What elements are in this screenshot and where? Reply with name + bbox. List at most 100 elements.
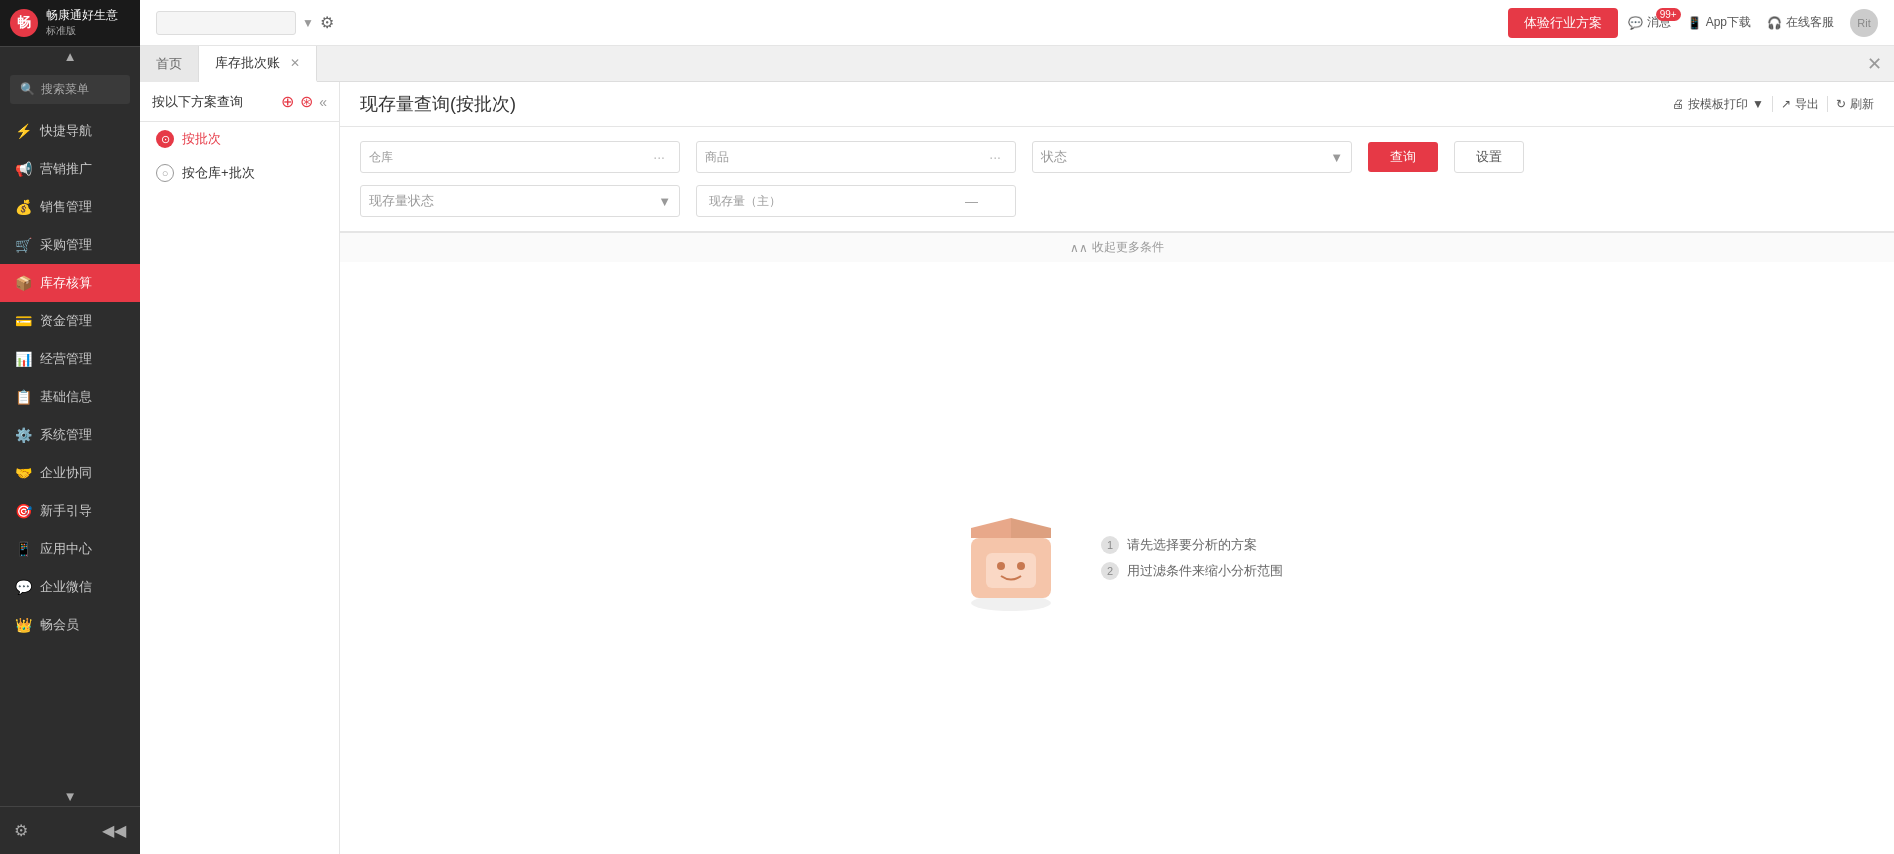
divider-1 — [1772, 96, 1773, 112]
inventory-qty-min-input[interactable] — [789, 194, 957, 209]
add-icon: ⊕ — [281, 93, 294, 110]
sidebar-item-enterprise-wechat[interactable]: 💬 企业微信 — [0, 568, 140, 606]
warehouse-label: 仓库 — [369, 149, 393, 166]
message-icon: 💬 — [1628, 16, 1643, 30]
sidebar-item-marketing[interactable]: 📢 营销推广 — [0, 150, 140, 188]
warehouse-filter[interactable]: 仓库 ··· — [360, 141, 680, 173]
sidebar-item-operations[interactable]: 📊 经营管理 — [0, 340, 140, 378]
sidebar-item-label: 销售管理 — [40, 198, 92, 216]
sidebar-item-newbie[interactable]: 🎯 新手引导 — [0, 492, 140, 530]
tab-batch-account[interactable]: 库存批次账 ✕ — [199, 46, 317, 82]
sidebar-item-label: 基础信息 — [40, 388, 92, 406]
settings-gear-button[interactable]: ⚙ — [10, 817, 32, 844]
user-avatar[interactable]: Rit — [1850, 9, 1878, 37]
scheme-item-batch[interactable]: ⊙ 按批次 — [140, 122, 339, 156]
export-button[interactable]: ↗ 导出 — [1781, 96, 1819, 113]
online-service-label: 在线客服 — [1786, 14, 1834, 31]
collapse-filter-label: 收起更多条件 — [1092, 239, 1164, 256]
app-logo: 畅 — [10, 9, 38, 37]
product-filter[interactable]: 商品 ··· — [696, 141, 1016, 173]
left-panel-title: 按以下方案查询 — [152, 93, 243, 111]
sidebar-item-finance[interactable]: 💳 资金管理 — [0, 302, 140, 340]
basics-icon: 📋 — [14, 388, 32, 406]
product-input[interactable] — [735, 150, 983, 165]
filter-settings-button[interactable]: 设置 — [1454, 141, 1524, 173]
sidebar-item-label: 营销推广 — [40, 160, 92, 178]
page-content: 按以下方案查询 ⊕ ⊛ « ⊙ 按批次 ○ — [140, 82, 1894, 854]
trial-btn[interactable]: 体验行业方案 — [1508, 8, 1618, 38]
messages-button[interactable]: 💬 消息 99+ — [1628, 14, 1671, 31]
tab-home[interactable]: 首页 — [140, 46, 199, 82]
status-dropdown-icon: ▼ — [1330, 150, 1343, 165]
inventory-status-filter[interactable]: 现存量状态 ▼ — [360, 185, 680, 217]
tab-close-button[interactable]: ✕ — [290, 56, 300, 70]
sidebar-item-app-center[interactable]: 📱 应用中心 — [0, 530, 140, 568]
search-menu-label: 搜索菜单 — [41, 81, 89, 98]
app-title: 畅康通好生意 — [46, 8, 118, 24]
scheme-label-batch: 按批次 — [182, 130, 221, 148]
empty-step-1: 1 请先选择要分析的方案 — [1101, 536, 1283, 554]
app-subtitle: 标准版 — [46, 24, 118, 38]
sidebar-scroll-down[interactable]: ▼ — [0, 786, 140, 806]
refresh-button[interactable]: ↻ 刷新 — [1836, 96, 1874, 113]
inventory-qty-max-input[interactable] — [986, 194, 1154, 209]
tab-close-all-button[interactable]: ✕ — [1855, 53, 1894, 75]
left-panel-header: 按以下方案查询 ⊕ ⊛ « — [140, 82, 339, 122]
page-header-actions: 🖨 按模板打印 ▼ ↗ 导出 ↻ 刷新 — [1672, 96, 1874, 113]
warehouse-more-button[interactable]: ··· — [647, 149, 671, 165]
printer-icon: 🖨 — [1672, 97, 1684, 111]
collapse-sidebar-button[interactable]: ◀◀ — [98, 817, 130, 844]
inventory-qty-filter[interactable]: 现存量（主） — — [696, 185, 1016, 217]
enterprise-wechat-icon: 💬 — [14, 578, 32, 596]
topbar-settings-button[interactable]: ⚙ — [320, 13, 334, 32]
tabbar: 首页 库存批次账 ✕ ✕ — [140, 46, 1894, 82]
warehouse-input[interactable] — [399, 150, 647, 165]
breadcrumb-input[interactable] — [156, 11, 296, 35]
quick-nav-icon: ⚡ — [14, 122, 32, 140]
query-button[interactable]: 查询 — [1368, 142, 1438, 172]
breadcrumb-dropdown[interactable]: ▼ — [302, 16, 314, 30]
print-button[interactable]: 🖨 按模板打印 ▼ — [1672, 96, 1764, 113]
sidebar-item-label: 快捷导航 — [40, 122, 92, 140]
collapse-panel-button[interactable]: « — [319, 94, 327, 110]
step-num-1: 1 — [1101, 536, 1119, 554]
product-more-button[interactable]: ··· — [983, 149, 1007, 165]
sidebar-item-label: 畅会员 — [40, 616, 79, 634]
svg-rect-4 — [986, 553, 1036, 588]
search-menu-button[interactable]: 🔍 搜索菜单 — [10, 75, 130, 104]
sidebar-item-quick-nav[interactable]: ⚡ 快捷导航 — [0, 112, 140, 150]
scheme-item-warehouse-batch[interactable]: ○ 按仓库+批次 — [140, 156, 339, 190]
empty-instructions: 1 请先选择要分析的方案 2 用过滤条件来缩小分析范围 — [1101, 536, 1283, 580]
sidebar-item-label: 系统管理 — [40, 426, 92, 444]
online-service-button[interactable]: 🎧 在线客服 — [1767, 14, 1834, 31]
operations-icon: 📊 — [14, 350, 32, 368]
filter-area: 仓库 ··· 商品 ··· 状态 ▼ 查询 设置 — [340, 127, 1894, 232]
scheme-settings-button[interactable]: ⊛ — [300, 92, 313, 111]
sidebar-item-enterprise[interactable]: 🤝 企业协同 — [0, 454, 140, 492]
sidebar-bottom: ⚙ ◀◀ — [0, 806, 140, 854]
collapse-filter-btn[interactable]: ∧∧ 收起更多条件 — [340, 232, 1894, 262]
main-content: ▼ ⚙ 体验行业方案 💬 消息 99+ 📱 App下载 🎧 在线客服 Rit — [140, 0, 1894, 854]
add-scheme-button[interactable]: ⊕ — [281, 92, 294, 111]
sidebar-item-inventory[interactable]: 📦 库存核算 — [0, 264, 140, 302]
scheme-gear-icon: ⊛ — [300, 93, 313, 110]
empty-svg — [951, 498, 1071, 618]
search-icon: 🔍 — [20, 82, 35, 96]
empty-illustration — [951, 498, 1071, 618]
status-filter[interactable]: 状态 ▼ — [1032, 141, 1352, 173]
chevron-up-icon: ∧∧ — [1070, 241, 1088, 255]
sidebar-item-label: 采购管理 — [40, 236, 92, 254]
sidebar-item-purchase[interactable]: 🛒 采购管理 — [0, 226, 140, 264]
status-label: 状态 — [1041, 148, 1067, 166]
sidebar-item-basics[interactable]: 📋 基础信息 — [0, 378, 140, 416]
app-download-icon: 📱 — [1687, 16, 1702, 30]
sidebar-scroll-up[interactable]: ▲ — [0, 47, 140, 67]
svg-marker-3 — [1011, 518, 1051, 538]
finance-icon: 💳 — [14, 312, 32, 330]
sidebar-item-member[interactable]: 👑 畅会员 — [0, 606, 140, 644]
sidebar-item-system[interactable]: ⚙️ 系统管理 — [0, 416, 140, 454]
sidebar-item-sales[interactable]: 💰 销售管理 — [0, 188, 140, 226]
topbar-breadcrumb: ▼ ⚙ — [156, 11, 1498, 35]
app-center-icon: 📱 — [14, 540, 32, 558]
app-download-button[interactable]: 📱 App下载 — [1687, 14, 1751, 31]
